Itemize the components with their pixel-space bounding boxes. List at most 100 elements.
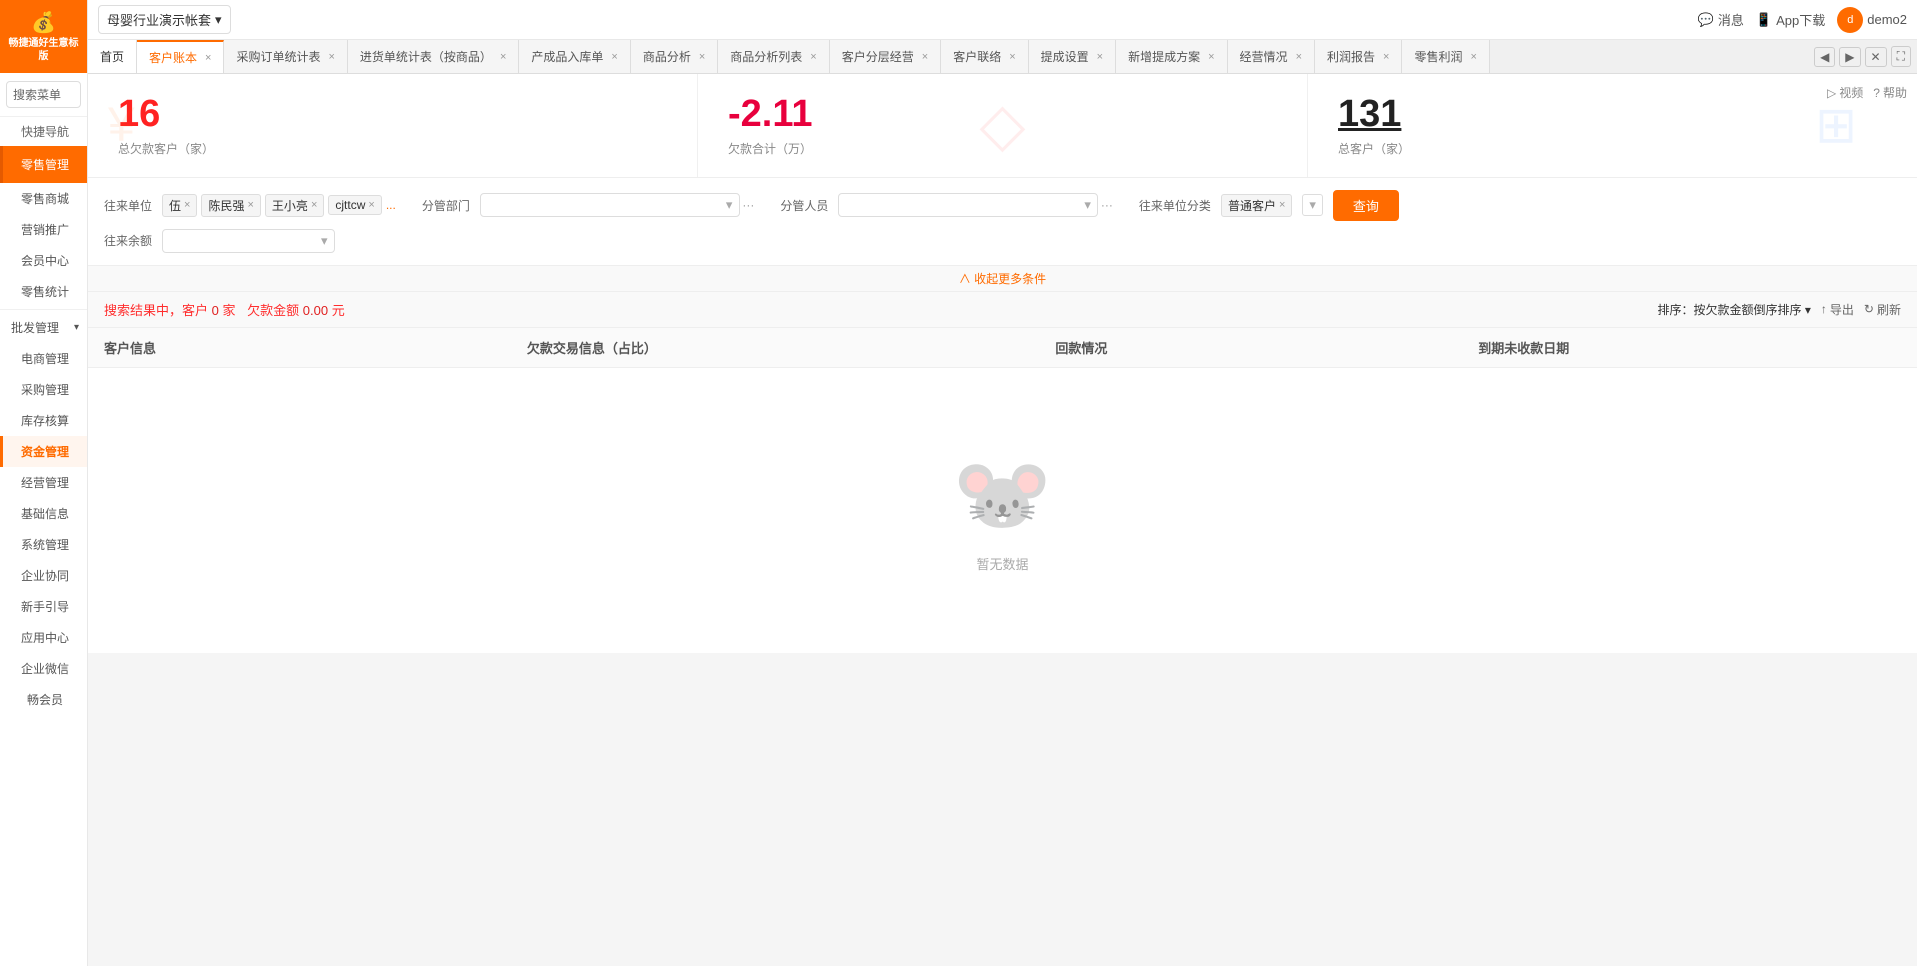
- tabs-fullscreen-button[interactable]: ⛶: [1891, 46, 1911, 67]
- filter-more-tags[interactable]: ...: [386, 198, 396, 212]
- sidebar-item-wholesale[interactable]: 批发管理 ▾: [0, 312, 87, 343]
- sidebar-item-quick-nav[interactable]: 快捷导航: [0, 117, 87, 146]
- filter-select-manager: ▾: [838, 193, 1091, 217]
- tab-retail-profit[interactable]: 零售利润 ×: [1402, 40, 1489, 74]
- tab-home[interactable]: 首页: [88, 40, 137, 74]
- sidebar-item-basic-info[interactable]: 基础信息: [0, 498, 87, 529]
- remove-tag-cjttcw[interactable]: ×: [368, 199, 374, 211]
- close-icon[interactable]: ×: [810, 51, 816, 63]
- stat-card-amount: ◇ -2.11 欠款合计（万）: [698, 74, 1308, 177]
- help-icon: ?: [1873, 86, 1880, 100]
- tabs-next-button[interactable]: ▶: [1839, 47, 1860, 67]
- results-count: 0: [212, 303, 219, 318]
- refresh-button[interactable]: ↻ 刷新: [1864, 301, 1901, 318]
- close-icon[interactable]: ×: [1470, 51, 1476, 63]
- filter-tags-unit: 伍 × 陈民强 × 王小亮 × cjttcw × ...: [162, 194, 396, 217]
- filter-tag-wu: 伍 ×: [162, 194, 197, 217]
- close-icon[interactable]: ×: [611, 51, 617, 63]
- user-avatar-button[interactable]: d demo2: [1837, 7, 1907, 33]
- tab-add-commission[interactable]: 新增提成方案 ×: [1116, 40, 1227, 74]
- filter-manager-more[interactable]: ···: [1101, 198, 1113, 212]
- dept-input[interactable]: [480, 193, 740, 217]
- chevron-down-icon: ▾: [74, 322, 79, 333]
- close-icon[interactable]: ×: [1097, 51, 1103, 63]
- filter-tag-normal-customer: 普通客户 ×: [1221, 194, 1292, 217]
- message-button[interactable]: 💬 消息: [1698, 10, 1744, 29]
- sidebar-item-enterprise[interactable]: 企业协同: [0, 560, 87, 591]
- sort-select[interactable]: 排序：按欠款金额倒序排序 ▾: [1658, 301, 1811, 318]
- filter-label-unit-type: 往来单位分类: [1139, 197, 1211, 214]
- sidebar-item-purchase[interactable]: 采购管理: [0, 374, 87, 405]
- export-icon: ↑: [1821, 302, 1827, 316]
- close-icon[interactable]: ×: [205, 52, 211, 64]
- remove-tag-wang[interactable]: ×: [311, 199, 317, 211]
- close-icon[interactable]: ×: [328, 51, 334, 63]
- page-content: ¥ 16 总欠款客户（家） ◇ -2.11 欠款合计（万） ▷ 视频 ? 帮助: [88, 74, 1917, 966]
- sidebar-search-area: 搜索菜单: [0, 73, 87, 117]
- sidebar-item-retail-management[interactable]: 零售管理: [0, 146, 87, 183]
- table-col-customer: 客户信息: [104, 338, 527, 357]
- search-menu-button[interactable]: 搜索菜单: [6, 81, 81, 108]
- tab-purchase-order[interactable]: 采购订单统计表 ×: [224, 40, 347, 74]
- close-icon[interactable]: ×: [1009, 51, 1015, 63]
- stat-bg-icon-building: ⊞: [1815, 96, 1857, 154]
- tabs-close-all-button[interactable]: ✕: [1865, 47, 1887, 67]
- stat-value-amount: -2.11: [728, 94, 813, 136]
- balance-input[interactable]: [162, 229, 335, 253]
- empty-text: 暂无数据: [976, 554, 1028, 573]
- sidebar-item-operations[interactable]: 经营管理: [0, 467, 87, 498]
- sidebar-item-inventory[interactable]: 库存核算: [0, 405, 87, 436]
- chevron-down-icon: ▾: [215, 12, 222, 28]
- sidebar-item-wechat[interactable]: 企业微信: [0, 653, 87, 684]
- tab-customer-contact[interactable]: 客户联络 ×: [941, 40, 1028, 74]
- close-icon[interactable]: ×: [1208, 51, 1214, 63]
- sidebar-item-finance[interactable]: 资金管理: [0, 436, 87, 467]
- sidebar-item-system[interactable]: 系统管理: [0, 529, 87, 560]
- chevron-down-icon-sort: ▾: [1805, 303, 1811, 317]
- remove-tag-normal[interactable]: ×: [1279, 199, 1285, 211]
- close-icon[interactable]: ×: [1296, 51, 1302, 63]
- tab-product-inbound[interactable]: 产成品入库单 ×: [519, 40, 630, 74]
- export-button[interactable]: ↑ 导出: [1821, 301, 1854, 318]
- collapse-button[interactable]: ∧ 收起更多条件: [959, 270, 1046, 287]
- tab-product-analysis[interactable]: 商品分析 ×: [631, 40, 718, 74]
- remove-tag-chen[interactable]: ×: [247, 199, 253, 211]
- filter-dept-more[interactable]: ···: [742, 198, 754, 212]
- chevron-down-icon-dept: ▾: [726, 197, 733, 213]
- tab-commission-settings[interactable]: 提成设置 ×: [1029, 40, 1116, 74]
- filter-tag-chen: 陈民强 ×: [201, 194, 260, 217]
- manager-input[interactable]: [838, 193, 1098, 217]
- close-icon[interactable]: ×: [922, 51, 928, 63]
- sidebar-item-marketing[interactable]: 营销推广: [0, 214, 87, 245]
- close-icon[interactable]: ×: [1383, 51, 1389, 63]
- sidebar-divider-1: [0, 309, 87, 310]
- tab-customer-ledger[interactable]: 客户账本 ×: [137, 40, 224, 74]
- sidebar-item-guide[interactable]: 新手引导: [0, 591, 87, 622]
- tab-profit-report[interactable]: 利润报告 ×: [1315, 40, 1402, 74]
- app-download-button[interactable]: 📱 App下载: [1756, 10, 1825, 29]
- close-icon[interactable]: ×: [500, 51, 506, 63]
- tab-product-analysis-list[interactable]: 商品分析列表 ×: [718, 40, 829, 74]
- tabs-bar: 首页 客户账本 × 采购订单统计表 × 进货单统计表（按商品） × 产成品入库单…: [88, 40, 1917, 74]
- results-actions: 排序：按欠款金额倒序排序 ▾ ↑ 导出 ↻ 刷新: [1658, 301, 1901, 318]
- help-button[interactable]: ? 帮助: [1873, 84, 1907, 101]
- filter-label-dept: 分管部门: [422, 197, 470, 214]
- query-button[interactable]: 查询: [1333, 190, 1399, 221]
- account-dropdown[interactable]: 母婴行业演示帐套 ▾: [98, 5, 231, 34]
- close-icon[interactable]: ×: [699, 51, 705, 63]
- sidebar-item-member[interactable]: 畅会员: [0, 684, 87, 715]
- tabs-prev-button[interactable]: ◀: [1814, 47, 1835, 67]
- sidebar-item-retail-stats[interactable]: 零售统计: [0, 276, 87, 307]
- remove-tag-wu[interactable]: ×: [184, 199, 190, 211]
- tab-goods-stats[interactable]: 进货单统计表（按商品） ×: [348, 40, 519, 74]
- filter-label-manager: 分管人员: [780, 197, 828, 214]
- sidebar-item-membership[interactable]: 会员中心: [0, 245, 87, 276]
- results-info: 搜索结果中，客户 0 家 欠款金额 0.00 元: [104, 300, 345, 319]
- sidebar-item-retail-mall[interactable]: 零售商城: [0, 183, 87, 214]
- tab-customer-stratification[interactable]: 客户分层经营 ×: [830, 40, 941, 74]
- sidebar-item-ecommerce[interactable]: 电商管理: [0, 343, 87, 374]
- topbar: 母婴行业演示帐套 ▾ 💬 消息 📱 App下载 d demo2: [88, 0, 1917, 40]
- table-header: 客户信息 欠款交易信息（占比） 回款情况 到期未收款日期: [88, 328, 1917, 368]
- sidebar-item-app-center[interactable]: 应用中心: [0, 622, 87, 653]
- tab-operations[interactable]: 经营情况 ×: [1228, 40, 1315, 74]
